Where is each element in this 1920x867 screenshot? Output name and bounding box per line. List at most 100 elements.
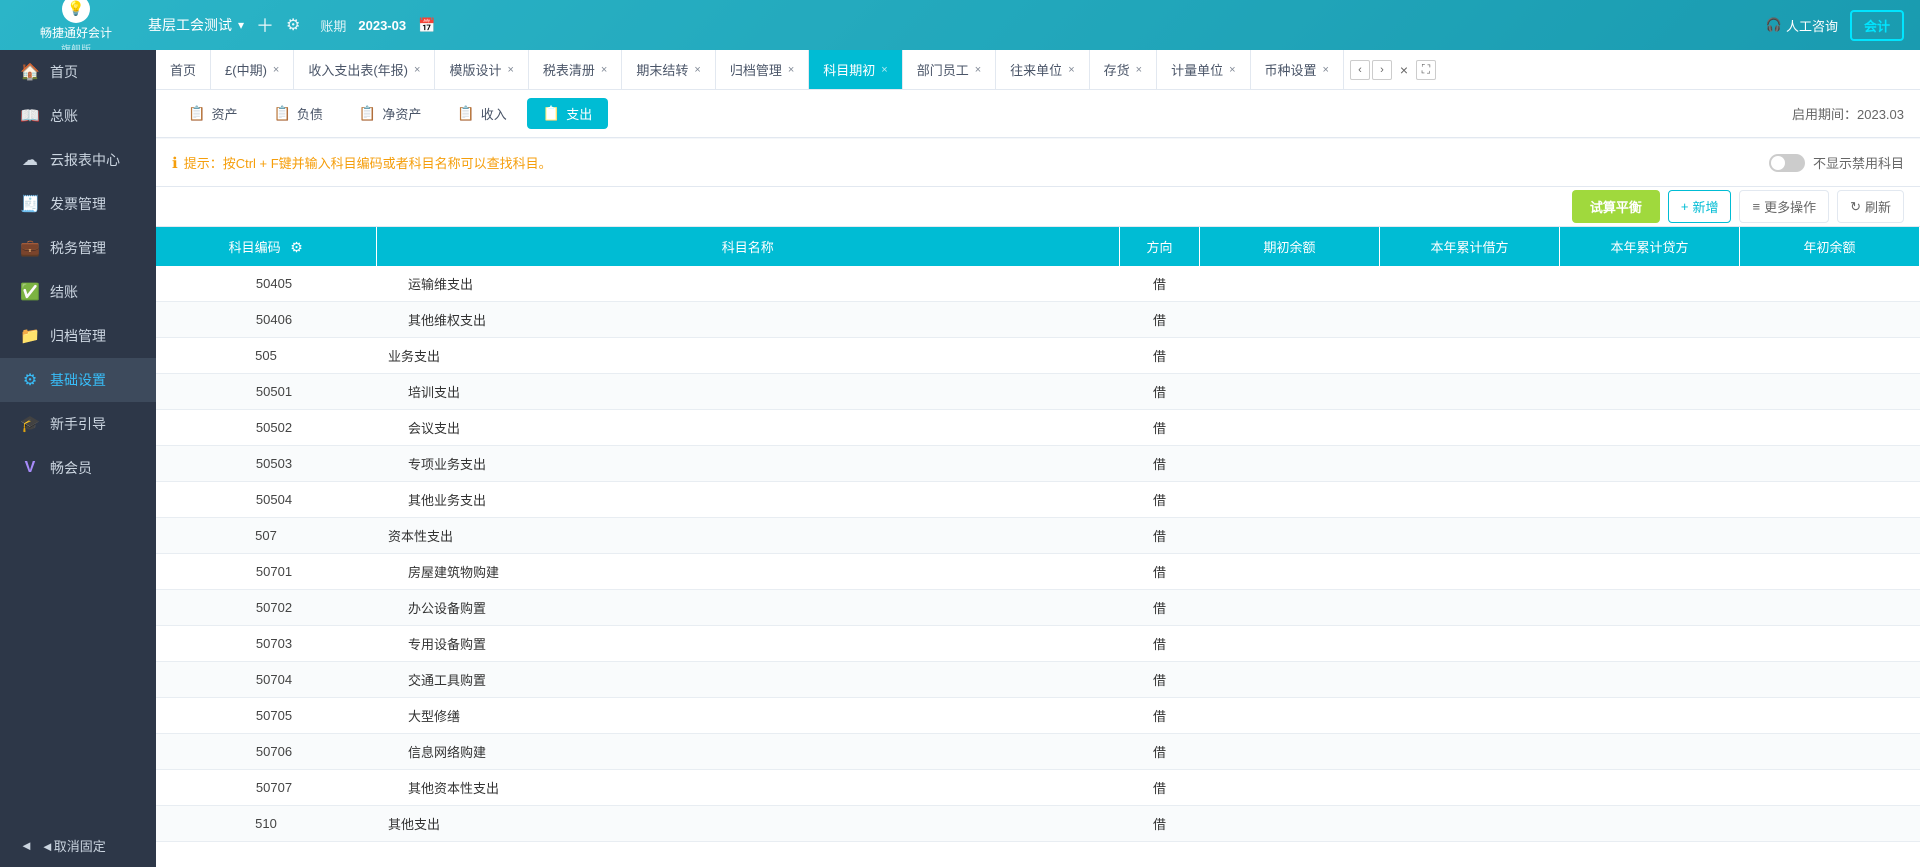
tab-prev-button[interactable]: ‹: [1350, 60, 1370, 80]
tab-close-template[interactable]: ×: [507, 64, 513, 76]
cell-year-balance: [1740, 266, 1920, 302]
tab-close-subject-init[interactable]: ×: [881, 64, 887, 76]
sidebar-item-settings[interactable]: ⚙ 基础设置: [0, 358, 156, 402]
tab-inventory[interactable]: 存货 ×: [1090, 50, 1157, 90]
sidebar-label-archive: 归档管理: [50, 326, 106, 346]
sidebar-item-cloud-report[interactable]: ☁ 云报表中心: [0, 138, 156, 182]
calendar-icon[interactable]: 📅: [418, 17, 435, 34]
table-row[interactable]: 50504其他业务支出借: [156, 482, 1920, 518]
tab-subject-init[interactable]: 科目期初 ×: [809, 50, 902, 90]
account-button[interactable]: 会计: [1850, 10, 1904, 41]
table-row[interactable]: 510其他支出借: [156, 806, 1920, 842]
table-row[interactable]: 50705大型修缮借: [156, 698, 1920, 734]
company-selector[interactable]: 基层工会测试 ▾: [148, 15, 244, 35]
cell-balance: [1200, 662, 1380, 698]
tab-unit[interactable]: 计量单位 ×: [1157, 50, 1250, 90]
add-button[interactable]: + 新增: [1668, 190, 1732, 223]
sub-tab-label-net-asset: 净资产: [382, 104, 421, 123]
table-row[interactable]: 50503专项业务支出借: [156, 446, 1920, 482]
tab-expand-button[interactable]: ⛶: [1416, 60, 1436, 80]
settings-icon[interactable]: ⚙: [286, 15, 300, 35]
table-row[interactable]: 50502会议支出借: [156, 410, 1920, 446]
tab-close-period-report[interactable]: ×: [273, 64, 279, 76]
tab-close-archive[interactable]: ×: [788, 64, 794, 76]
tab-label-archive: 归档管理: [730, 60, 782, 79]
table-row[interactable]: 50702办公设备购置借: [156, 590, 1920, 626]
cell-name: 其他资本性支出: [376, 770, 1120, 806]
tab-close-all-button[interactable]: ×: [1394, 60, 1414, 80]
tab-close-unit[interactable]: ×: [1229, 64, 1235, 76]
sidebar-item-home[interactable]: 🏠 首页: [0, 50, 156, 94]
table-row[interactable]: 50704交通工具购置借: [156, 662, 1920, 698]
sidebar-item-tax[interactable]: 💼 税务管理: [0, 226, 156, 270]
tab-close-client[interactable]: ×: [1068, 64, 1074, 76]
table-row[interactable]: 50703专用设备购置借: [156, 626, 1920, 662]
sub-tab-income[interactable]: 📋 收入: [441, 98, 522, 129]
tab-close-currency[interactable]: ×: [1323, 64, 1329, 76]
sub-tab-liability[interactable]: 📋 负债: [257, 98, 338, 129]
collapse-icon: ◄: [20, 838, 33, 853]
tab-home[interactable]: 首页: [156, 50, 211, 90]
cell-credit: [1560, 302, 1740, 338]
subject-table: 科目编码 ⚙ 科目名称 方向 期初余额 本年累计借方 本年累计贷方 年初余额 5…: [156, 227, 1920, 842]
sidebar-item-ledger[interactable]: 📖 总账: [0, 94, 156, 138]
sidebar-item-guide[interactable]: 🎓 新手引导: [0, 402, 156, 446]
tab-period-report[interactable]: £(中期) ×: [211, 50, 294, 90]
more-button[interactable]: ≡ 更多操作: [1739, 190, 1829, 223]
sidebar-item-archive[interactable]: 📁 归档管理: [0, 314, 156, 358]
cell-year-balance: [1740, 338, 1920, 374]
tab-template[interactable]: 模版设计 ×: [435, 50, 528, 90]
help-label: 人工咨询: [1786, 16, 1838, 35]
add-company-button[interactable]: ＋: [256, 12, 274, 38]
sidebar-item-settle[interactable]: ✅ 结账: [0, 270, 156, 314]
tab-close-inventory[interactable]: ×: [1136, 64, 1142, 76]
cell-code: 50705: [156, 698, 376, 734]
toggle-track[interactable]: [1769, 154, 1805, 172]
sidebar-item-member[interactable]: V 畅会员: [0, 446, 156, 490]
tab-close-period-close[interactable]: ×: [694, 64, 700, 76]
balance-button[interactable]: 试算平衡: [1572, 190, 1660, 223]
sub-tab-asset[interactable]: 📋 资产: [172, 98, 253, 129]
tab-archive[interactable]: 归档管理 ×: [716, 50, 809, 90]
cell-credit: [1560, 698, 1740, 734]
tab-tax-clear[interactable]: 税表清册 ×: [529, 50, 622, 90]
table-row[interactable]: 50405运输维支出借: [156, 266, 1920, 302]
tab-close-income-report[interactable]: ×: [414, 64, 420, 76]
sub-tab-expense[interactable]: 📋 支出: [527, 98, 608, 129]
tab-next-button[interactable]: ›: [1372, 60, 1392, 80]
tab-close-dept-employee[interactable]: ×: [975, 64, 981, 76]
tab-label-currency: 币种设置: [1265, 60, 1317, 79]
cell-code: 510: [156, 806, 376, 842]
table-row[interactable]: 507资本性支出借: [156, 518, 1920, 554]
cell-code: 50707: [156, 770, 376, 806]
collapse-label: ◄取消固定: [41, 836, 106, 855]
sidebar-item-invoice[interactable]: 🧾 发票管理: [0, 182, 156, 226]
table-row[interactable]: 50707其他资本性支出借: [156, 770, 1920, 806]
tab-dept-employee[interactable]: 部门员工 ×: [903, 50, 996, 90]
sub-tab-label-asset: 资产: [211, 104, 237, 123]
table-row[interactable]: 50501培训支出借: [156, 374, 1920, 410]
cell-name: 其他维权支出: [376, 302, 1120, 338]
table-row[interactable]: 50706信息网络购建借: [156, 734, 1920, 770]
column-settings-icon[interactable]: ⚙: [290, 239, 303, 255]
refresh-button[interactable]: ↻ 刷新: [1837, 190, 1904, 223]
toggle-disabled-subjects[interactable]: 不显示禁用科目: [1769, 153, 1904, 172]
logo-area: 💡 畅捷通好会计 旗舰版: [16, 0, 136, 56]
tab-close-tax-clear[interactable]: ×: [601, 64, 607, 76]
sidebar-label-settings: 基础设置: [50, 370, 106, 390]
cell-name: 会议支出: [376, 410, 1120, 446]
sub-tab-net-asset[interactable]: 📋 净资产: [343, 98, 437, 129]
tab-client[interactable]: 往来单位 ×: [996, 50, 1089, 90]
sidebar-collapse-button[interactable]: ◄ ◄取消固定: [0, 824, 156, 867]
sub-tab-bar: 📋 资产 📋 负债 📋 净资产 📋 收入 📋 支出 启用期间：2023.03: [156, 90, 1920, 138]
table-row[interactable]: 50701房屋建筑物购建借: [156, 554, 1920, 590]
toggle-thumb: [1771, 156, 1785, 170]
tab-income-report[interactable]: 收入支出表(年报) ×: [294, 50, 435, 90]
help-button[interactable]: 🎧 人工咨询: [1766, 16, 1838, 35]
table-row[interactable]: 505业务支出借: [156, 338, 1920, 374]
tab-period-close[interactable]: 期末结转 ×: [622, 50, 715, 90]
col-header-year-balance: 年初余额: [1740, 227, 1920, 266]
table-row[interactable]: 50406其他维权支出借: [156, 302, 1920, 338]
tab-currency[interactable]: 币种设置 ×: [1251, 50, 1344, 90]
cell-year-balance: [1740, 374, 1920, 410]
